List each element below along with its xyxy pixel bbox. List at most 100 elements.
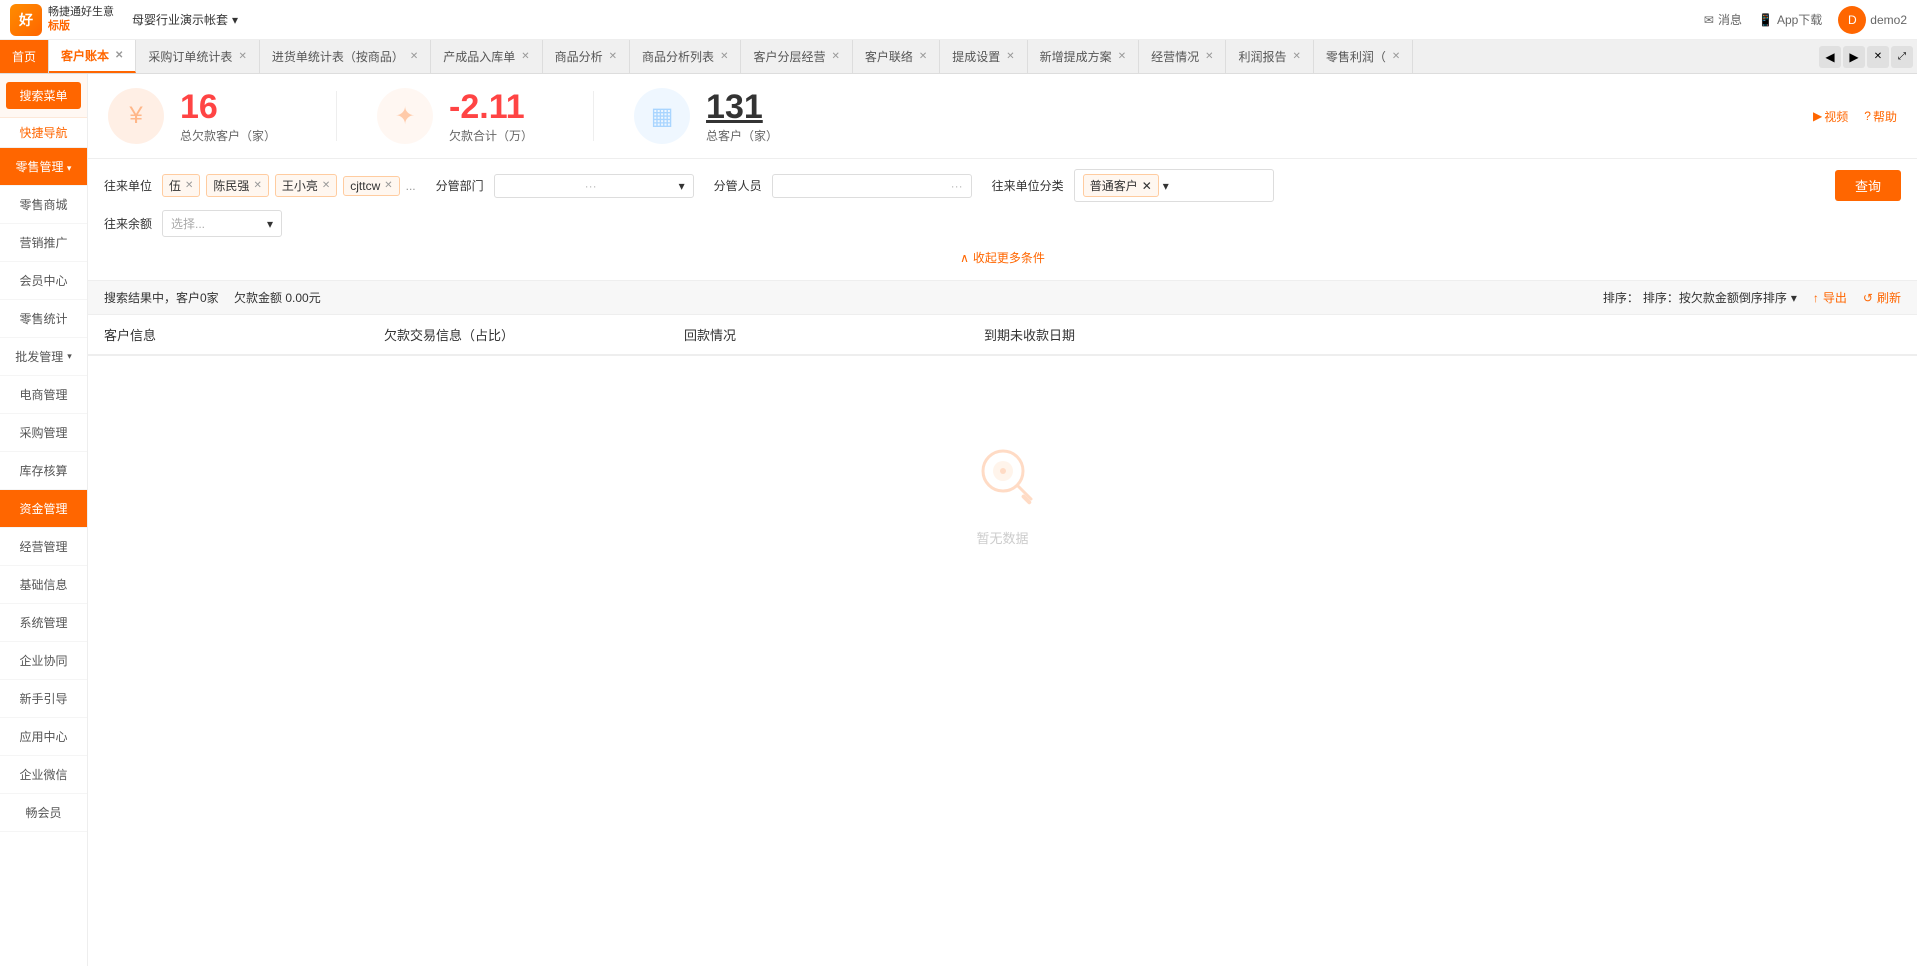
sidebar-item-marketing[interactable]: 营销推广 xyxy=(0,224,87,262)
close-tab-goods-list[interactable]: ✕ xyxy=(720,51,728,62)
sidebar-item-member[interactable]: 会员中心 xyxy=(0,262,87,300)
nav-tabs-bar: 首页 客户账本 ✕ 采购订单统计表 ✕ 进货单统计表（按商品） ✕ 产成品入库单… xyxy=(0,40,1917,74)
help-button[interactable]: ? 帮助 xyxy=(1864,108,1897,125)
remove-customer-type[interactable]: ✕ xyxy=(1142,179,1152,193)
close-tab-customer-tier[interactable]: ✕ xyxy=(831,51,839,62)
close-tab-product-in[interactable]: ✕ xyxy=(521,51,529,62)
question-icon: ? xyxy=(1864,109,1871,123)
sidebar-item-retail-mgmt[interactable]: 零售管理 ▾ xyxy=(0,148,87,186)
tab-close-all-button[interactable]: ✕ xyxy=(1867,46,1889,68)
tab-purchase-order[interactable]: 采购订单统计表 ✕ xyxy=(136,40,259,73)
query-button[interactable]: 查询 xyxy=(1835,170,1901,201)
filter-tag-cjttcw: cjttcw ✕ xyxy=(343,176,399,196)
close-tab-goods-analysis[interactable]: ✕ xyxy=(609,51,617,62)
sidebar-item-ecommerce[interactable]: 电商管理 xyxy=(0,376,87,414)
avatar-icon: D xyxy=(1838,6,1866,34)
export-button[interactable]: ↑ 导出 xyxy=(1813,289,1847,306)
refresh-button[interactable]: ↺ 刷新 xyxy=(1863,289,1901,306)
tab-purchase-stat[interactable]: 进货单统计表（按商品） ✕ xyxy=(260,40,431,73)
col-header-customer: 客户信息 xyxy=(104,325,384,344)
filter-row-2: 往来余额 选择... ▾ xyxy=(104,210,1901,237)
search-menu-button[interactable]: 搜索菜单 xyxy=(6,82,81,109)
sidebar-item-enterprise-wechat[interactable]: 企业微信 xyxy=(0,756,87,794)
filter-dept-select[interactable]: ··· ▾ xyxy=(494,174,694,198)
tab-biz-situation[interactable]: 经营情况 ✕ xyxy=(1139,40,1226,73)
close-tab-purchase-order[interactable]: ✕ xyxy=(238,51,246,62)
sidebar-search-section: 搜索菜单 xyxy=(0,74,87,118)
message-button[interactable]: ✉ 消息 xyxy=(1704,11,1742,28)
content-area: ¥ 16 总欠款客户（家） ✦ -2.11 欠款合计（万） xyxy=(88,74,1917,966)
stat2-value: -2.11 xyxy=(449,88,533,127)
app-download-button[interactable]: 📱 App下载 xyxy=(1758,11,1822,28)
tab-home[interactable]: 首页 xyxy=(0,40,49,73)
close-tab-promo-settings[interactable]: ✕ xyxy=(1006,51,1014,62)
sidebar-item-wholesale[interactable]: 批发管理 ▾ xyxy=(0,338,87,376)
close-tab-customer-contact[interactable]: ✕ xyxy=(919,51,927,62)
user-avatar[interactable]: D demo2 xyxy=(1838,6,1907,34)
remove-tag-wu[interactable]: ✕ xyxy=(185,180,193,191)
results-bar: 搜索结果中，客户0家 欠款金额 0.00元 排序： 排序：按欠款金额倒序排序 ▾… xyxy=(88,281,1917,315)
logo-text: 畅捷通好生意 标版 xyxy=(48,6,114,32)
tab-prev-button[interactable]: ◀ xyxy=(1819,46,1841,68)
sidebar-item-retail-stats[interactable]: 零售统计 xyxy=(0,300,87,338)
chevron-down-icon: ▾ xyxy=(679,179,685,193)
close-tab-purchase-stat[interactable]: ✕ xyxy=(410,51,418,62)
sidebar-item-inventory[interactable]: 库存核算 xyxy=(0,452,87,490)
sidebar-item-newbie[interactable]: 新手引导 xyxy=(0,680,87,718)
filter-dept-label: 分管部门 xyxy=(436,177,484,194)
filter-balance-select[interactable]: 选择... ▾ xyxy=(162,210,282,237)
tab-goods-list[interactable]: 商品分析列表 ✕ xyxy=(630,40,741,73)
top-bar: 好 畅捷通好生意 标版 母婴行业演示帐套 ▾ ✉ 消息 📱 App下载 D de… xyxy=(0,0,1917,40)
sidebar-item-enterprise[interactable]: 企业协同 xyxy=(0,642,87,680)
chevron-down-icon: ▾ xyxy=(232,13,238,27)
close-tab-new-promo[interactable]: ✕ xyxy=(1118,51,1126,62)
remove-tag-cjttcw[interactable]: ✕ xyxy=(384,180,392,191)
results-actions: 排序： 排序：按欠款金额倒序排序 ▾ ↑ 导出 ↺ 刷新 xyxy=(1603,289,1901,306)
video-button[interactable]: ▶ 视频 xyxy=(1813,108,1848,125)
filter-more-tags[interactable]: ... xyxy=(406,179,416,193)
chevron-down-icon: ▾ xyxy=(67,163,72,173)
filter-category-input[interactable]: 普通客户 ✕ ▾ xyxy=(1074,169,1274,202)
close-tab-retail-profit[interactable]: ✕ xyxy=(1392,51,1400,62)
results-summary: 搜索结果中，客户0家 欠款金额 0.00元 xyxy=(104,289,321,306)
sidebar-item-capital[interactable]: 资金管理 xyxy=(0,490,87,528)
sidebar-item-biz[interactable]: 经营管理 xyxy=(0,528,87,566)
sidebar-quick-nav[interactable]: 快捷导航 xyxy=(0,118,87,148)
collapse-button[interactable]: ∧ 收起更多条件 xyxy=(960,249,1045,266)
sidebar-item-vip[interactable]: 畅会员 xyxy=(0,794,87,832)
stats-bar: ¥ 16 总欠款客户（家） ✦ -2.11 欠款合计（万） xyxy=(88,74,1917,159)
tab-customer-contact[interactable]: 客户联络 ✕ xyxy=(853,40,940,73)
filter-unit-label: 往来单位 xyxy=(104,177,152,194)
tab-expand-button[interactable]: ⤢ xyxy=(1891,46,1913,68)
tab-goods-analysis[interactable]: 商品分析 ✕ xyxy=(543,40,630,73)
tab-account[interactable]: 客户账本 ✕ xyxy=(49,40,136,73)
col-header-repay: 回款情况 xyxy=(684,325,984,344)
tab-retail-profit[interactable]: 零售利润（ ✕ xyxy=(1314,40,1413,73)
tab-customer-tier[interactable]: 客户分层经营 ✕ xyxy=(741,40,852,73)
empty-icon xyxy=(963,436,1043,516)
sidebar-item-purchase[interactable]: 采购管理 xyxy=(0,414,87,452)
sidebar-item-system[interactable]: 系统管理 xyxy=(0,604,87,642)
tab-product-in[interactable]: 产成品入库单 ✕ xyxy=(431,40,542,73)
close-tab-biz-situation[interactable]: ✕ xyxy=(1205,51,1213,62)
sidebar-item-basic[interactable]: 基础信息 xyxy=(0,566,87,604)
tab-new-promo[interactable]: 新增提成方案 ✕ xyxy=(1028,40,1139,73)
play-icon: ▶ xyxy=(1813,109,1822,123)
remove-tag-chen[interactable]: ✕ xyxy=(253,180,261,191)
store-selector[interactable]: 母婴行业演示帐套 ▾ xyxy=(132,11,238,28)
sort-selector[interactable]: 排序： 排序：按欠款金额倒序排序 ▾ xyxy=(1603,289,1797,306)
tab-next-button[interactable]: ▶ xyxy=(1843,46,1865,68)
filter-row-1: 往来单位 伍 ✕ 陈民强 ✕ 王小亮 ✕ cjttcw xyxy=(104,169,1901,202)
sidebar-item-app-center[interactable]: 应用中心 xyxy=(0,718,87,756)
filter-area: 往来单位 伍 ✕ 陈民强 ✕ 王小亮 ✕ cjttcw xyxy=(88,159,1917,281)
sidebar-item-retail-mall[interactable]: 零售商城 xyxy=(0,186,87,224)
close-tab-profit-report[interactable]: ✕ xyxy=(1293,51,1301,62)
stats-actions: ▶ 视频 ? 帮助 xyxy=(1813,108,1897,125)
chevron-down-icon: ▾ xyxy=(1791,291,1797,305)
tab-promo-settings[interactable]: 提成设置 ✕ xyxy=(940,40,1027,73)
filter-tag-wang: 王小亮 ✕ xyxy=(275,174,337,197)
remove-tag-wang[interactable]: ✕ xyxy=(322,180,330,191)
close-tab-account[interactable]: ✕ xyxy=(115,50,123,61)
tab-profit-report[interactable]: 利润报告 ✕ xyxy=(1226,40,1313,73)
filter-person-select[interactable]: ··· xyxy=(772,174,972,198)
